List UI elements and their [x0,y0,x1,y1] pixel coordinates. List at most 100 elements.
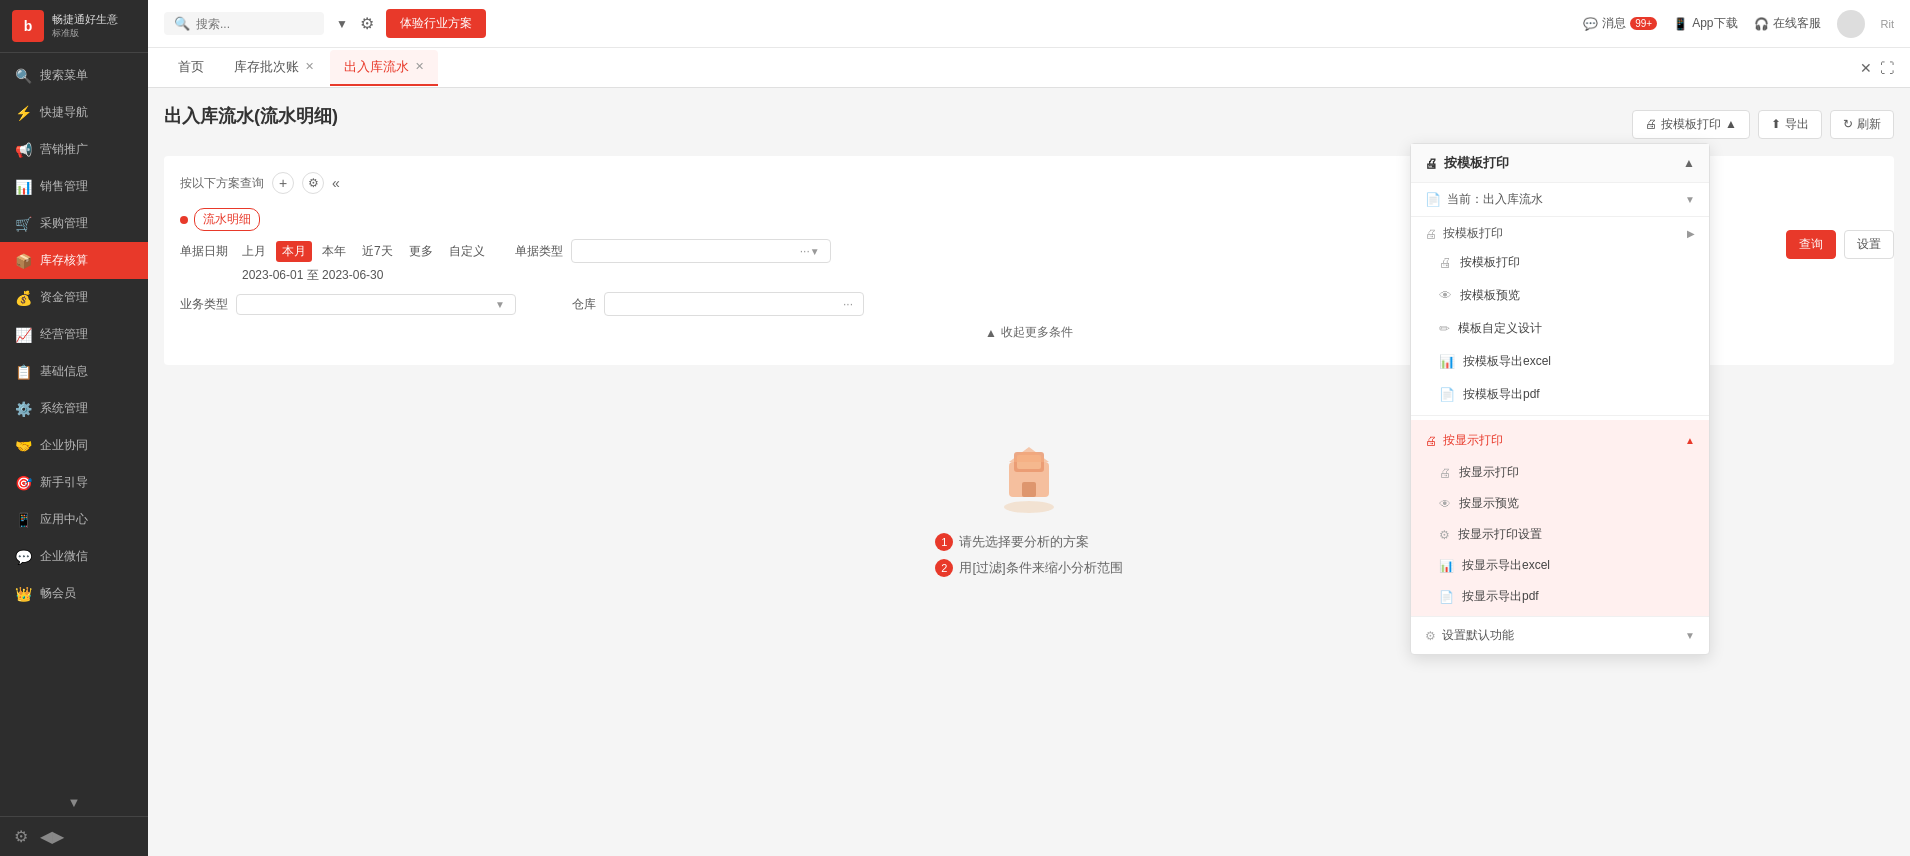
filter-voucher-type-label: 单据类型 [515,243,563,260]
sidebar: b 畅捷通好生意 标准版 🔍 搜索菜单 ⚡ 快捷导航 📢 营销推广 📊 销售管理… [0,0,148,856]
topbar-gear-icon[interactable]: ⚙ [360,14,374,33]
guide-icon: 🎯 [14,475,32,491]
topbar-dropdown-arrow[interactable]: ▼ [336,17,348,31]
export-icon: ⬆ [1771,117,1781,131]
current-label-icon: 📄 [1425,192,1441,207]
operations-icon: 📈 [14,327,32,343]
print-dropdown-title-row: 🖨 按模板打印 [1425,154,1509,172]
print-template-print-item[interactable]: 🖨 按模板打印 [1411,246,1709,279]
status-dot [180,216,188,224]
refresh-btn[interactable]: ↻ 刷新 [1830,110,1894,139]
sidebar-item-search-menu[interactable]: 🔍 搜索菜单 [0,57,148,94]
print-template-preview-item[interactable]: 👁 按模板预览 [1411,279,1709,312]
app-badge: 标准版 [52,27,118,40]
display-preview-label: 按显示预览 [1459,495,1519,512]
sidebar-item-marketing[interactable]: 📢 营销推广 [0,131,148,168]
filter-warehouse-label: 仓库 [572,296,596,313]
username-label: Rit [1881,18,1894,30]
tab-batch-account-close[interactable]: ✕ [305,60,314,73]
svg-point-0 [1004,501,1054,513]
sidebar-item-finance[interactable]: 💰 资金管理 [0,279,148,316]
tab-inout-flow-close[interactable]: ✕ [415,60,424,73]
print-current-label-row: 📄 当前：出入库流水 ▼ [1411,183,1709,217]
status-tag-label: 流水明细 [194,208,260,231]
sidebar-item-app-center[interactable]: 📱 应用中心 [0,501,148,538]
sidebar-item-inventory[interactable]: 📦 库存核算 [0,242,148,279]
template-section-header[interactable]: 🖨 按模板打印 ▶ [1411,217,1709,246]
search-input[interactable] [196,17,296,31]
display-excel-label: 按显示导出excel [1462,557,1550,574]
filter-warehouse-select[interactable]: ··· [604,292,864,316]
print-template-custom-item[interactable]: ✏ 模板自定义设计 [1411,312,1709,345]
tab-maximize-btn[interactable]: ⛶ [1880,60,1894,76]
purchase-icon: 🛒 [14,216,32,232]
template-excel-label: 按模板导出excel [1463,353,1551,370]
message-btn[interactable]: 💬 消息 99+ [1583,15,1657,32]
quick-nav-icon: ⚡ [14,105,32,121]
tab-batch-account[interactable]: 库存批次账 ✕ [220,50,328,86]
display-section-header[interactable]: 🖨 按显示打印 ▲ [1411,424,1709,457]
app-download-btn[interactable]: 📱 App下载 [1673,15,1737,32]
filter-date-more[interactable]: 更多 [403,241,439,262]
sidebar-item-quick-nav[interactable]: ⚡ 快捷导航 [0,94,148,131]
settings-btn[interactable]: 设置 [1844,230,1894,259]
export-btn[interactable]: ⬆ 导出 [1758,110,1822,139]
filter-collapse-btn[interactable]: « [332,175,340,191]
query-actions: 查询 设置 [1786,230,1894,259]
sidebar-item-label: 企业协同 [40,437,88,454]
online-service-btn[interactable]: 🎧 在线客服 [1754,15,1821,32]
filter-voucher-type-select[interactable]: ··· ▼ [571,239,831,263]
query-btn[interactable]: 查询 [1786,230,1836,259]
filter-add-btn[interactable]: + [272,172,294,194]
print-template-pdf-item[interactable]: 📄 按模板导出pdf [1411,378,1709,411]
svg-rect-5 [1022,482,1036,497]
sidebar-item-collab[interactable]: 🤝 企业协同 [0,427,148,464]
print-template-excel-item[interactable]: 📊 按模板导出excel [1411,345,1709,378]
sidebar-item-wechat[interactable]: 💬 企业微信 [0,538,148,575]
filter-date-this-month[interactable]: 本月 [276,241,312,262]
print-default-section[interactable]: ⚙ 设置默认功能 ▼ [1411,616,1709,654]
sidebar-item-operations[interactable]: 📈 经营管理 [0,316,148,353]
print-dropdown-header: 🖨 按模板打印 ▲ [1411,144,1709,183]
filter-gear-btn[interactable]: ⚙ [302,172,324,194]
topbar-right: 💬 消息 99+ 📱 App下载 🎧 在线客服 Rit [1583,10,1894,38]
filter-business-type-select[interactable]: ▼ [236,294,516,315]
sidebar-item-member[interactable]: 👑 畅会员 [0,575,148,612]
display-preview-item[interactable]: 👁 按显示预览 [1411,488,1709,519]
filter-date-this-year[interactable]: 本年 [316,241,352,262]
sidebar-item-label: 采购管理 [40,215,88,232]
basic-info-icon: 📋 [14,364,32,380]
filter-warehouse-more-icon: ··· [843,297,853,311]
user-avatar[interactable] [1837,10,1865,38]
topbar-search-box[interactable]: 🔍 [164,12,324,35]
settings-icon[interactable]: ⚙ [14,827,28,846]
display-pdf-item[interactable]: 📄 按显示导出pdf [1411,581,1709,612]
sidebar-item-purchase[interactable]: 🛒 采购管理 [0,205,148,242]
tab-close-btn[interactable]: ✕ [1860,60,1872,76]
filter-date-custom[interactable]: 自定义 [443,241,491,262]
collapse-sidebar-icon[interactable]: ◀▶ [40,827,64,846]
main-content: 🔍 ▼ ⚙ 体验行业方案 💬 消息 99+ 📱 App下载 🎧 在线客服 Rit [148,0,1910,856]
print-dropdown-collapse-btn[interactable]: ▲ [1683,156,1695,170]
filter-date-label: 单据日期 [180,243,228,260]
tab-inout-flow[interactable]: 出入库流水 ✕ [330,50,438,86]
print-dropdown: 🖨 按模板打印 ▲ 📄 当前：出入库流水 ▼ 🖨 按模板打印 [1410,143,1710,655]
print-dropdown-arrow: ▲ [1725,117,1737,131]
sidebar-nav: 🔍 搜索菜单 ⚡ 快捷导航 📢 营销推广 📊 销售管理 🛒 采购管理 📦 库存核… [0,53,148,789]
tab-home[interactable]: 首页 [164,50,218,86]
display-print-settings-item[interactable]: ⚙ 按显示打印设置 [1411,519,1709,550]
display-excel-item[interactable]: 📊 按显示导出excel [1411,550,1709,581]
sidebar-item-guide[interactable]: 🎯 新手引导 [0,464,148,501]
sidebar-item-basic-info[interactable]: 📋 基础信息 [0,353,148,390]
sidebar-item-system[interactable]: ⚙️ 系统管理 [0,390,148,427]
sidebar-item-sales[interactable]: 📊 销售管理 [0,168,148,205]
industry-btn[interactable]: 体验行业方案 [386,9,486,38]
print-template-btn[interactable]: 🖨 按模板打印 ▲ [1632,110,1750,139]
app-logo: b 畅捷通好生意 标准版 [0,0,148,53]
filter-date-last-7-days[interactable]: 近7天 [356,241,399,262]
tab-bar: 首页 库存批次账 ✕ 出入库流水 ✕ ✕ ⛶ [148,48,1910,88]
display-print-item[interactable]: 🖨 按显示打印 [1411,457,1709,488]
print-dropdown-title-text: 按模板打印 [1444,154,1509,172]
sidebar-scroll-down[interactable]: ▼ [0,789,148,816]
filter-date-last-month[interactable]: 上月 [236,241,272,262]
